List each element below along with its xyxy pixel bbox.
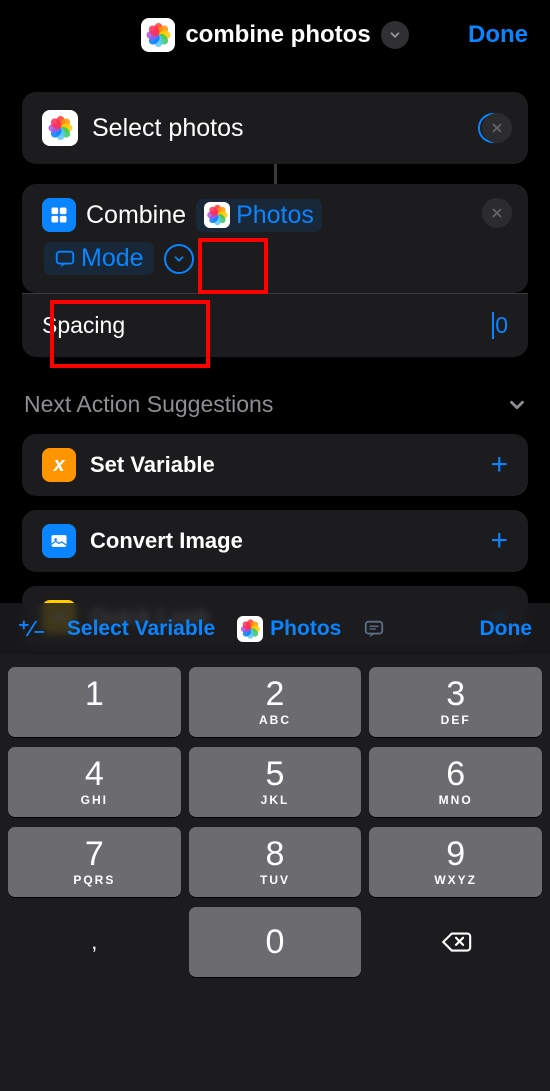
text-cursor <box>492 312 494 339</box>
suggestion-label: Convert Image <box>90 528 490 554</box>
suggestions-header[interactable]: Next Action Suggestions <box>24 391 528 418</box>
images-variable[interactable]: Photos <box>196 199 322 232</box>
shortcut-title: combine photos <box>185 21 370 49</box>
key-5[interactable]: 5JKL <box>189 747 362 817</box>
key-1[interactable]: 1 <box>8 667 181 737</box>
title-wrap: combine photos <box>141 18 408 52</box>
keyboard-row: 7PQRS8TUV9WXYZ <box>8 827 542 897</box>
key-3[interactable]: 3DEF <box>369 667 542 737</box>
combine-row: Combine Photos <box>42 198 508 232</box>
select-photos-action[interactable]: Select photos <box>22 92 528 164</box>
varbar-photos-label: Photos <box>270 617 341 641</box>
chevron-down-icon <box>506 394 528 416</box>
combine-images-action: Combine Photos Mode <box>22 184 528 293</box>
keyboard-row: 4GHI5JKL6MNO <box>8 747 542 817</box>
content: Select photos Combine Photos Mode <box>0 70 550 684</box>
spacing-field[interactable]: Spacing 0 <box>22 293 528 357</box>
backspace-key[interactable] <box>369 907 542 977</box>
add-suggestion-button[interactable]: + <box>490 524 508 558</box>
key-8[interactable]: 8TUV <box>189 827 362 897</box>
spacing-label: Spacing <box>42 312 125 339</box>
key-2[interactable]: 2ABC <box>189 667 362 737</box>
delete-action-button[interactable] <box>482 198 512 228</box>
varbar-photos-chip[interactable]: Photos <box>237 616 341 642</box>
keyboard-rows: 1 2ABC3DEF 4GHI5JKL6MNO 7PQRS8TUV9WXYZ <box>8 667 542 897</box>
ask-icon[interactable] <box>363 618 385 640</box>
suggestion-item[interactable]: x Set Variable+ <box>22 434 528 496</box>
mode-variable[interactable]: Mode <box>44 242 154 275</box>
mode-label: Mode <box>81 244 144 273</box>
combine-icon <box>42 198 76 232</box>
spacing-value[interactable]: 0 <box>495 312 508 339</box>
suggestions-heading: Next Action Suggestions <box>24 391 273 418</box>
numeric-keyboard: 1 2ABC3DEF 4GHI5JKL6MNO 7PQRS8TUV9WXYZ , 0 <box>0 655 550 1091</box>
title-dropdown[interactable] <box>381 21 409 49</box>
keyboard-row: 1 2ABC3DEF <box>8 667 542 737</box>
select-variable-button[interactable]: Select Variable <box>67 617 215 641</box>
photos-icon <box>237 616 263 642</box>
key-4[interactable]: 4GHI <box>8 747 181 817</box>
images-variable-label: Photos <box>236 201 314 230</box>
suggestion-item[interactable]: Convert Image+ <box>22 510 528 572</box>
plus-minus-icon[interactable]: ⁺∕₋ <box>18 616 45 642</box>
key-6[interactable]: 6MNO <box>369 747 542 817</box>
select-photos-label: Select photos <box>92 114 468 143</box>
expand-options-button[interactable] <box>164 244 194 274</box>
combine-label: Combine <box>86 201 186 230</box>
photos-icon <box>204 202 230 228</box>
photos-icon <box>42 110 78 146</box>
suggestion-icon: x <box>42 448 76 482</box>
shortcut-icon <box>141 18 175 52</box>
key-7[interactable]: 7PQRS <box>8 827 181 897</box>
key-0[interactable]: 0 <box>189 907 362 977</box>
suggestion-label: Set Variable <box>90 452 490 478</box>
chevron-down-icon <box>388 28 402 42</box>
backspace-icon <box>439 925 473 959</box>
suggestion-icon <box>42 524 76 558</box>
key-9[interactable]: 9WXYZ <box>369 827 542 897</box>
speech-bubble-icon <box>54 248 76 270</box>
done-button[interactable]: Done <box>468 21 528 49</box>
header: combine photos Done <box>0 0 550 70</box>
varbar-done-button[interactable]: Done <box>480 617 533 641</box>
delete-action-button[interactable] <box>482 113 512 143</box>
variable-bar: ⁺∕₋ Select Variable Photos Done <box>0 603 550 655</box>
close-icon <box>490 206 504 220</box>
connector-line <box>274 164 277 184</box>
add-suggestion-button[interactable]: + <box>490 448 508 482</box>
close-icon <box>490 121 504 135</box>
chevron-down-icon <box>172 252 186 266</box>
keyboard-row-4: , 0 <box>8 907 542 977</box>
comma-key[interactable]: , <box>8 907 181 977</box>
mode-row: Mode <box>42 242 508 275</box>
